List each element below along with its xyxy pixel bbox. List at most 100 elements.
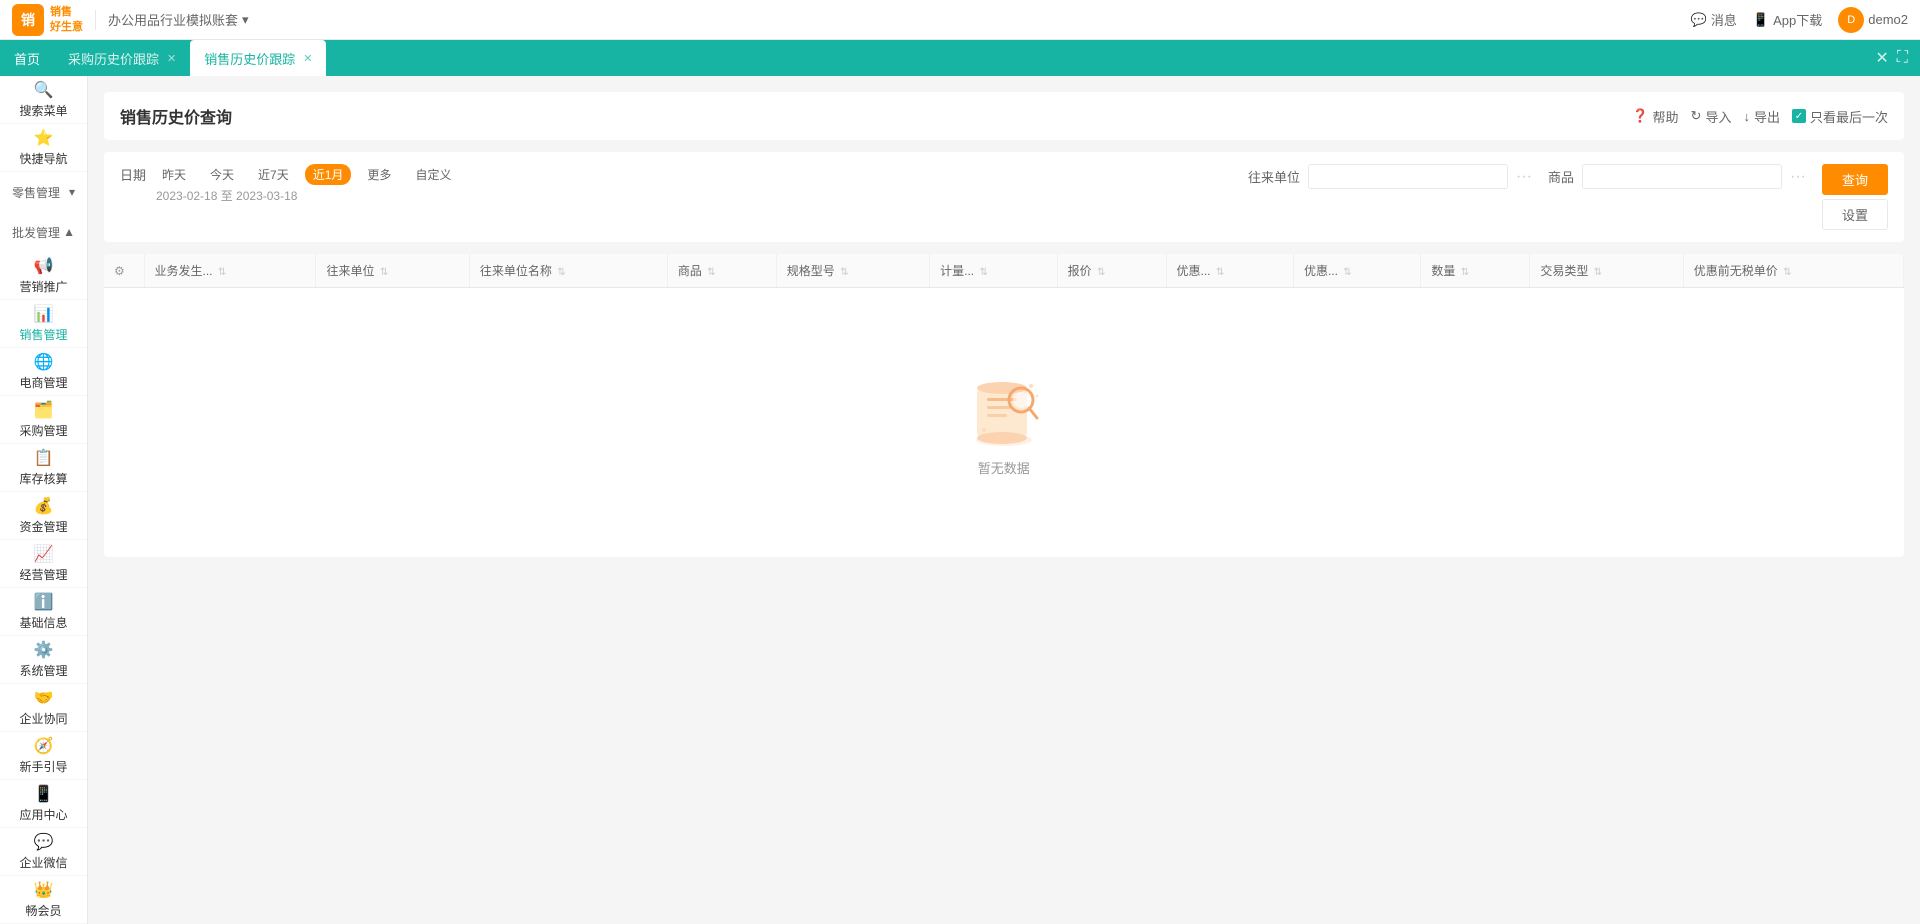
sort-biz-date-icon: ⇅ <box>218 267 226 278</box>
user-item[interactable]: D demo2 <box>1838 7 1908 33</box>
th-discount1[interactable]: 优惠... ⇅ <box>1166 254 1293 288</box>
settings-button[interactable]: 设置 <box>1822 199 1888 230</box>
tab-sales[interactable]: 销售历史价跟踪 ✕ <box>190 40 326 76</box>
sidebar-item-operations[interactable]: 📈 经营管理 <box>0 540 87 588</box>
sidebar-item-wechat[interactable]: 💬 企业微信 <box>0 828 87 876</box>
sidebar-item-shortcut[interactable]: ⭐ 快捷导航 <box>0 124 87 172</box>
query-button[interactable]: 查询 <box>1822 164 1888 195</box>
th-counterparty-name[interactable]: 往来单位名称 ⇅ <box>469 254 667 288</box>
date-btn-more[interactable]: 更多 <box>359 164 399 185</box>
goods-label: 商品 <box>1548 167 1574 186</box>
date-btn-today[interactable]: 今天 <box>202 164 242 185</box>
counterparty-input[interactable] <box>1308 164 1508 189</box>
sidebar-item-ecommerce[interactable]: 🌐 电商管理 <box>0 348 87 396</box>
th-spec[interactable]: 规格型号 ⇅ <box>776 254 929 288</box>
maximize-icon[interactable]: ⛶ <box>1897 49 1908 67</box>
sidebar-wholesale-label: 批发管理 <box>12 224 60 241</box>
date-btn-yesterday[interactable]: 昨天 <box>154 164 194 185</box>
nav-app-item[interactable]: 📱 App下载 <box>1753 10 1822 29</box>
th-gear: ⚙ <box>104 254 144 288</box>
tabbar: 首页 采购历史价跟踪 ✕ 销售历史价跟踪 ✕ ✕ ⛶ <box>0 40 1920 76</box>
sidebar-item-member[interactable]: 👑 畅会员 <box>0 876 87 924</box>
sidebar-shortcut-label: 快捷导航 <box>19 150 67 167</box>
th-discount2[interactable]: 优惠... ⇅ <box>1293 254 1420 288</box>
sidebar-member-label: 畅会员 <box>25 902 61 919</box>
sidebar-item-basic[interactable]: ℹ️ 基础信息 <box>0 588 87 636</box>
sidebar-retail-label: 零售管理 <box>12 184 60 201</box>
date-btn-1month[interactable]: 近1月 <box>305 164 352 185</box>
sidebar-item-search[interactable]: 🔍 搜索菜单 <box>0 76 87 124</box>
sidebar-item-system[interactable]: ⚙️ 系统管理 <box>0 636 87 684</box>
logo-area: 销 销售好生意 <box>12 4 83 36</box>
export-action[interactable]: ↓ 导出 <box>1743 107 1780 126</box>
import-action[interactable]: ↻ 导入 <box>1691 107 1732 126</box>
sidebar-item-inventory[interactable]: 📋 库存核算 <box>0 444 87 492</box>
marketing-icon: 📢 <box>34 256 54 276</box>
gear-icon[interactable]: ⚙ <box>114 264 125 278</box>
table-header-row: ⚙ 业务发生... ⇅ 往来单位 ⇅ 往来单位名称 ⇅ 商品 ⇅ <box>104 254 1904 288</box>
goods-input[interactable] <box>1582 164 1782 189</box>
sort-discount2-icon: ⇅ <box>1343 267 1351 278</box>
help-action[interactable]: ❓ 帮助 <box>1632 107 1678 126</box>
msg-icon: 💬 <box>1691 12 1707 28</box>
tabbar-actions: ✕ ⛶ <box>1875 48 1920 68</box>
sidebar-search-label: 搜索菜单 <box>19 102 67 119</box>
only-last-checkbox-group[interactable]: ✓ 只看最后一次 <box>1792 107 1888 126</box>
sidebar-item-marketing[interactable]: 📢 营销推广 <box>0 252 87 300</box>
sidebar-system-label: 系统管理 <box>19 662 67 679</box>
wholesale-arrow-icon: ▲ <box>63 225 75 239</box>
appstore-icon: 📱 <box>34 784 54 804</box>
sort-quantity-icon: ⇅ <box>1461 267 1469 278</box>
sidebar-item-finance[interactable]: 💰 资金管理 <box>0 492 87 540</box>
empty-state-illustration <box>959 368 1049 458</box>
guide-icon: 🧭 <box>34 736 54 756</box>
th-quote[interactable]: 报价 ⇅ <box>1057 254 1166 288</box>
logo-icon: 销 <box>12 4 44 36</box>
import-label: 导入 <box>1705 107 1731 126</box>
counterparty-search-icon[interactable]: ··· <box>1516 168 1532 186</box>
sidebar-item-enterprise[interactable]: 🤝 企业协同 <box>0 684 87 732</box>
sidebar-enterprise-label: 企业协同 <box>19 710 67 727</box>
date-btn-custom[interactable]: 自定义 <box>407 164 459 185</box>
data-table: ⚙ 业务发生... ⇅ 往来单位 ⇅ 往来单位名称 ⇅ 商品 ⇅ <box>104 254 1904 557</box>
th-biz-date[interactable]: 业务发生... ⇅ <box>144 254 316 288</box>
tab-purchase[interactable]: 采购历史价跟踪 ✕ <box>54 40 190 76</box>
dropdown-arrow-icon: ▾ <box>242 12 249 28</box>
th-trade-type[interactable]: 交易类型 ⇅ <box>1530 254 1683 288</box>
finance-icon: 💰 <box>34 496 54 516</box>
sidebar-item-retail[interactable]: 零售管理 ▾ <box>0 172 87 212</box>
only-last-checkbox[interactable]: ✓ <box>1792 109 1806 123</box>
table-head: ⚙ 业务发生... ⇅ 往来单位 ⇅ 往来单位名称 ⇅ 商品 ⇅ <box>104 254 1904 288</box>
sort-spec-icon: ⇅ <box>840 267 848 278</box>
nav-app-label: App下载 <box>1773 10 1822 29</box>
nav-msg-item[interactable]: 💬 消息 <box>1691 10 1737 29</box>
sidebar-purchase-label: 采购管理 <box>19 422 67 439</box>
enterprise-icon: 🤝 <box>34 688 54 708</box>
sort-discount1-icon: ⇅ <box>1216 267 1224 278</box>
inventory-icon: 📋 <box>34 448 54 468</box>
th-unit[interactable]: 计量... ⇅ <box>930 254 1057 288</box>
username: demo2 <box>1868 12 1908 27</box>
date-btn-7days[interactable]: 近7天 <box>250 164 297 185</box>
th-counterparty-code[interactable]: 往来单位 ⇅ <box>316 254 469 288</box>
page-title: 销售历史价查询 <box>120 104 232 128</box>
th-pretax-price[interactable]: 优惠前无税单价 ⇅ <box>1683 254 1903 288</box>
tab-sales-close-icon[interactable]: ✕ <box>303 52 312 65</box>
close-all-icon[interactable]: ✕ <box>1875 48 1888 68</box>
sidebar-finance-label: 资金管理 <box>19 518 67 535</box>
goods-search-icon[interactable]: ··· <box>1790 168 1806 186</box>
tab-home[interactable]: 首页 <box>0 40 54 76</box>
page-header: 销售历史价查询 ❓ 帮助 ↻ 导入 ↓ 导出 ✓ 只看最后一次 <box>104 92 1904 140</box>
app-title-dropdown[interactable]: 办公用品行业模拟账套 ▾ <box>108 10 249 29</box>
empty-state-cell: 暂无数据 <box>104 288 1904 558</box>
th-goods[interactable]: 商品 ⇅ <box>667 254 776 288</box>
sidebar-item-purchase[interactable]: 🗂️ 采购管理 <box>0 396 87 444</box>
sidebar-item-wholesale[interactable]: 批发管理 ▲ <box>0 212 87 252</box>
sidebar-appstore-label: 应用中心 <box>19 806 67 823</box>
filter-bar: 日期 昨天 今天 近7天 近1月 更多 自定义 2023-02-18 至 202… <box>104 152 1904 242</box>
tab-purchase-close-icon[interactable]: ✕ <box>167 52 176 65</box>
sidebar-item-sales[interactable]: 📊 销售管理 <box>0 300 87 348</box>
sidebar-item-guide[interactable]: 🧭 新手引导 <box>0 732 87 780</box>
sidebar-item-appstore[interactable]: 📱 应用中心 <box>0 780 87 828</box>
th-quantity[interactable]: 数量 ⇅ <box>1421 254 1530 288</box>
